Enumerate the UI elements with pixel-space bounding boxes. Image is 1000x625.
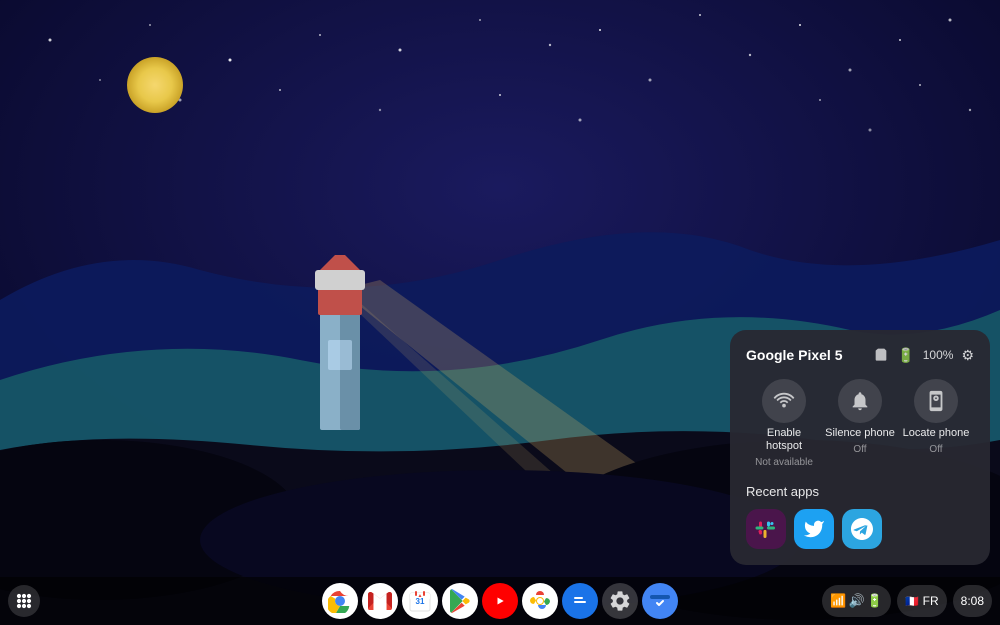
location-icon-circle <box>914 379 958 423</box>
panel-device-name: Google Pixel 5 <box>746 347 842 363</box>
recent-app-slack[interactable] <box>746 509 786 549</box>
volume-tray-icon: 🔊 <box>849 593 865 609</box>
taskbar-app-playpass[interactable] <box>642 583 678 619</box>
battery-icon: 🔋 <box>897 347 914 364</box>
hotspot-sublabel: Not available <box>755 457 813 468</box>
language-cluster[interactable]: 🇫🇷 FR <box>897 585 947 617</box>
hotspot-icon-circle <box>762 379 806 423</box>
launcher-button[interactable] <box>8 585 40 617</box>
silence-sublabel: Off <box>853 444 866 455</box>
recent-apps-row <box>746 509 974 549</box>
panel-header-right: 🔋 100% ⚙ <box>873 346 974 365</box>
taskbar-left <box>8 585 40 617</box>
settings-icon[interactable]: ⚙ <box>961 347 974 364</box>
taskbar-app-playstore[interactable] <box>442 583 478 619</box>
hotspot-label: Enable hotspot <box>749 427 819 453</box>
battery-tray-icon: 🔋 <box>867 593 883 609</box>
language-code: FR <box>923 594 939 608</box>
tray-cluster[interactable]: 📶 🔊 🔋 <box>822 585 891 617</box>
locate-sublabel: Off <box>929 444 942 455</box>
taskbar-center: 31 ▲ <box>322 583 678 619</box>
taskbar-app-photos[interactable] <box>522 583 558 619</box>
taskbar-app-calendar[interactable]: 31 ▲ <box>402 583 438 619</box>
flag-icon: 🇫🇷 <box>905 595 919 608</box>
locate-label: Locate phone <box>903 427 970 440</box>
taskbar-app-messages[interactable] <box>562 583 598 619</box>
recent-app-twitter[interactable] <box>794 509 834 549</box>
time-cluster[interactable]: 8:08 <box>953 585 992 617</box>
bell-icon-circle <box>838 379 882 423</box>
enable-hotspot-action[interactable]: Enable hotspot Not available <box>749 379 819 468</box>
svg-text:▲: ▲ <box>418 593 423 599</box>
taskbar-app-settings[interactable] <box>602 583 638 619</box>
recent-app-telegram[interactable] <box>842 509 882 549</box>
tray-time: 8:08 <box>961 594 984 608</box>
phone-panel: Google Pixel 5 🔋 100% ⚙ <box>730 330 990 565</box>
taskbar-app-youtube[interactable] <box>482 583 518 619</box>
silence-label: Silence phone <box>825 427 895 440</box>
wifi-tray-icon: 📶 <box>830 593 846 609</box>
recent-apps-label: Recent apps <box>746 484 974 499</box>
taskbar-app-gmail[interactable] <box>362 583 398 619</box>
taskbar: 31 ▲ <box>0 577 1000 625</box>
panel-actions: Enable hotspot Not available Silence pho… <box>746 379 974 468</box>
locate-phone-action[interactable]: Locate phone Off <box>901 379 971 468</box>
taskbar-app-chrome[interactable] <box>322 583 358 619</box>
silence-phone-action[interactable]: Silence phone Off <box>825 379 895 468</box>
taskbar-right: 📶 🔊 🔋 🇫🇷 FR 8:08 <box>822 585 992 617</box>
no-sim-icon <box>873 346 889 365</box>
battery-text: 100% <box>923 348 954 362</box>
panel-header: Google Pixel 5 🔋 100% ⚙ <box>746 346 974 365</box>
